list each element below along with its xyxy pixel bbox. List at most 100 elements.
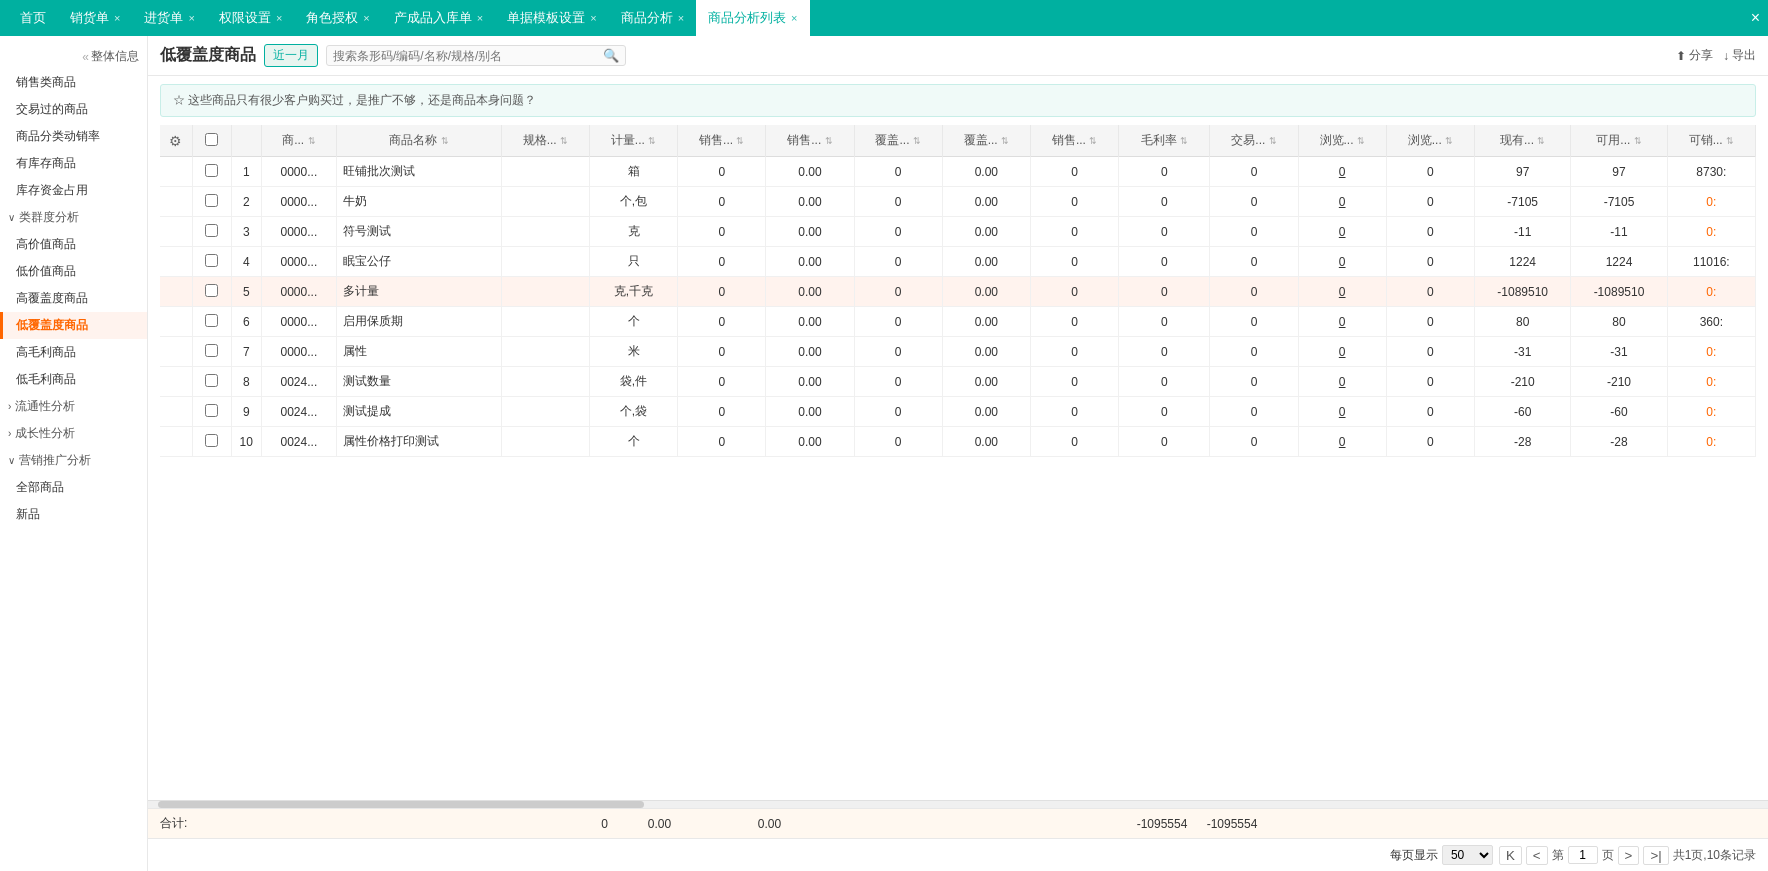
browse1-cell[interactable]: 0 (1298, 367, 1386, 397)
row-checkbox[interactable] (205, 254, 218, 267)
nav-product-analysis-list[interactable]: 商品分析列表 × (696, 0, 809, 36)
sidebar-group-flow[interactable]: › 流通性分析 (0, 393, 147, 420)
row-checkbox[interactable] (205, 164, 218, 177)
saleable-cell: 360: (1667, 307, 1755, 337)
filter-button[interactable]: 近一月 (264, 44, 318, 67)
no-cell: 9 (231, 397, 261, 427)
gross-rate-column-header[interactable]: 毛利率 ⇅ (1119, 125, 1210, 157)
horizontal-scrollbar[interactable] (148, 800, 1768, 808)
sidebar-item-stocked-goods[interactable]: 有库存商品 (0, 150, 147, 177)
unit-column-header[interactable]: 计量... ⇅ (589, 125, 677, 157)
browse1-cell[interactable]: 0 (1298, 157, 1386, 187)
first-page-button[interactable]: K (1499, 846, 1522, 865)
sidebar-item-high-gross[interactable]: 高毛利商品 (0, 339, 147, 366)
per-page-select[interactable]: 50 20 100 (1442, 845, 1493, 865)
prev-page-button[interactable]: < (1526, 846, 1548, 865)
row-checkbox[interactable] (205, 224, 218, 237)
saleable-cell: 8730: (1667, 157, 1755, 187)
browse2-column-header[interactable]: 浏览... ⇅ (1386, 125, 1474, 157)
sidebar-collapse-button[interactable]: « 整体信息 (0, 44, 147, 69)
sales3-column-header[interactable]: 销售... ⇅ (1030, 125, 1118, 157)
sidebar-item-traded-goods[interactable]: 交易过的商品 (0, 96, 147, 123)
code-column-header[interactable]: 商... ⇅ (261, 125, 336, 157)
trade-column-header[interactable]: 交易... ⇅ (1210, 125, 1298, 157)
browse1-cell[interactable]: 0 (1298, 397, 1386, 427)
close-icon[interactable]: × (791, 12, 797, 24)
nav-purchase-order[interactable]: 进货单 × (132, 0, 206, 36)
settings-column-header[interactable]: ⚙ (160, 125, 192, 157)
share-button[interactable]: ⬆ 分享 (1676, 47, 1713, 64)
sidebar-group-cluster[interactable]: ∨ 类群度分析 (0, 204, 147, 231)
name-column-header[interactable]: 商品名称 ⇅ (336, 125, 501, 157)
page-number-input[interactable] (1568, 846, 1598, 864)
row-checkbox[interactable] (205, 434, 218, 447)
sidebar-item-low-value[interactable]: 低价值商品 (0, 258, 147, 285)
current-column-header[interactable]: 现有... ⇅ (1475, 125, 1571, 157)
nav-product-in[interactable]: 产成品入库单 × (382, 0, 495, 36)
browse1-cell[interactable]: 0 (1298, 277, 1386, 307)
nav-role-auth[interactable]: 角色授权 × (294, 0, 381, 36)
sidebar-item-low-gross[interactable]: 低毛利商品 (0, 366, 147, 393)
scrollbar-thumb[interactable] (158, 801, 644, 808)
last-page-button[interactable]: >| (1643, 846, 1668, 865)
nav-template[interactable]: 单据模板设置 × (495, 0, 608, 36)
available-cell: -28 (1571, 427, 1667, 457)
row-checkbox[interactable] (205, 374, 218, 387)
browse1-cell[interactable]: 0 (1298, 187, 1386, 217)
select-all-checkbox[interactable] (205, 133, 218, 146)
saleable-column-header[interactable]: 可销... ⇅ (1667, 125, 1755, 157)
chevron-right-icon: › (8, 401, 11, 412)
sidebar-item-stock-capital[interactable]: 库存资金占用 (0, 177, 147, 204)
table-row: 10 0024... 属性价格打印测试 个 0 0.00 0 0.00 0 0 … (160, 427, 1756, 457)
sidebar-item-category-rate[interactable]: 商品分类动销率 (0, 123, 147, 150)
close-icon[interactable]: × (590, 12, 596, 24)
sidebar-group-marketing[interactable]: ∨ 营销推广分析 (0, 447, 147, 474)
sidebar-item-high-value[interactable]: 高价值商品 (0, 231, 147, 258)
close-icon[interactable]: × (276, 12, 282, 24)
close-icon[interactable]: × (114, 12, 120, 24)
row-checkbox[interactable] (205, 404, 218, 417)
nav-close-all-button[interactable]: × (1751, 9, 1760, 27)
close-icon[interactable]: × (188, 12, 194, 24)
content-header: 低覆盖度商品 近一月 🔍 ⬆ 分享 ↓ 导出 (148, 36, 1768, 76)
browse1-cell[interactable]: 0 (1298, 217, 1386, 247)
sales1-column-header[interactable]: 销售... ⇅ (678, 125, 766, 157)
cover1-column-header[interactable]: 覆盖... ⇅ (854, 125, 942, 157)
sidebar-item-low-coverage[interactable]: 低覆盖度商品 (0, 312, 147, 339)
row-checkbox[interactable] (205, 314, 218, 327)
close-icon[interactable]: × (363, 12, 369, 24)
browse2-cell: 0 (1386, 397, 1474, 427)
sales2-cell: 0.00 (766, 337, 854, 367)
sidebar-group-growth[interactable]: › 成长性分析 (0, 420, 147, 447)
export-button[interactable]: ↓ 导出 (1723, 47, 1756, 64)
spec-column-header[interactable]: 规格... ⇅ (501, 125, 589, 157)
browse1-cell[interactable]: 0 (1298, 337, 1386, 367)
nav-home[interactable]: 首页 (8, 0, 58, 36)
unit-cell: 个,包 (589, 187, 677, 217)
sidebar-item-all-goods[interactable]: 全部商品 (0, 474, 147, 501)
close-icon[interactable]: × (477, 12, 483, 24)
nav-sales-order[interactable]: 销货单 × (58, 0, 132, 36)
row-checkbox[interactable] (205, 344, 218, 357)
sidebar-item-sales-goods[interactable]: 销售类商品 (0, 69, 147, 96)
next-page-button[interactable]: > (1618, 846, 1640, 865)
browse1-cell[interactable]: 0 (1298, 247, 1386, 277)
available-column-header[interactable]: 可用... ⇅ (1571, 125, 1667, 157)
sidebar-item-new-goods[interactable]: 新品 (0, 501, 147, 528)
browse1-column-header[interactable]: 浏览... ⇅ (1298, 125, 1386, 157)
close-icon[interactable]: × (678, 12, 684, 24)
search-input[interactable] (333, 49, 603, 63)
browse1-cell[interactable]: 0 (1298, 427, 1386, 457)
sidebar-item-high-coverage[interactable]: 高覆盖度商品 (0, 285, 147, 312)
sales2-cell: 0.00 (766, 247, 854, 277)
nav-product-analysis[interactable]: 商品分析 × (609, 0, 696, 36)
browse2-cell: 0 (1386, 187, 1474, 217)
footer-available: -1095554 (1197, 817, 1267, 831)
nav-permission[interactable]: 权限设置 × (207, 0, 294, 36)
code-cell: 0000... (261, 277, 336, 307)
sales2-column-header[interactable]: 销售... ⇅ (766, 125, 854, 157)
browse1-cell[interactable]: 0 (1298, 307, 1386, 337)
row-checkbox[interactable] (205, 194, 218, 207)
row-checkbox[interactable] (205, 284, 218, 297)
cover2-column-header[interactable]: 覆盖... ⇅ (942, 125, 1030, 157)
